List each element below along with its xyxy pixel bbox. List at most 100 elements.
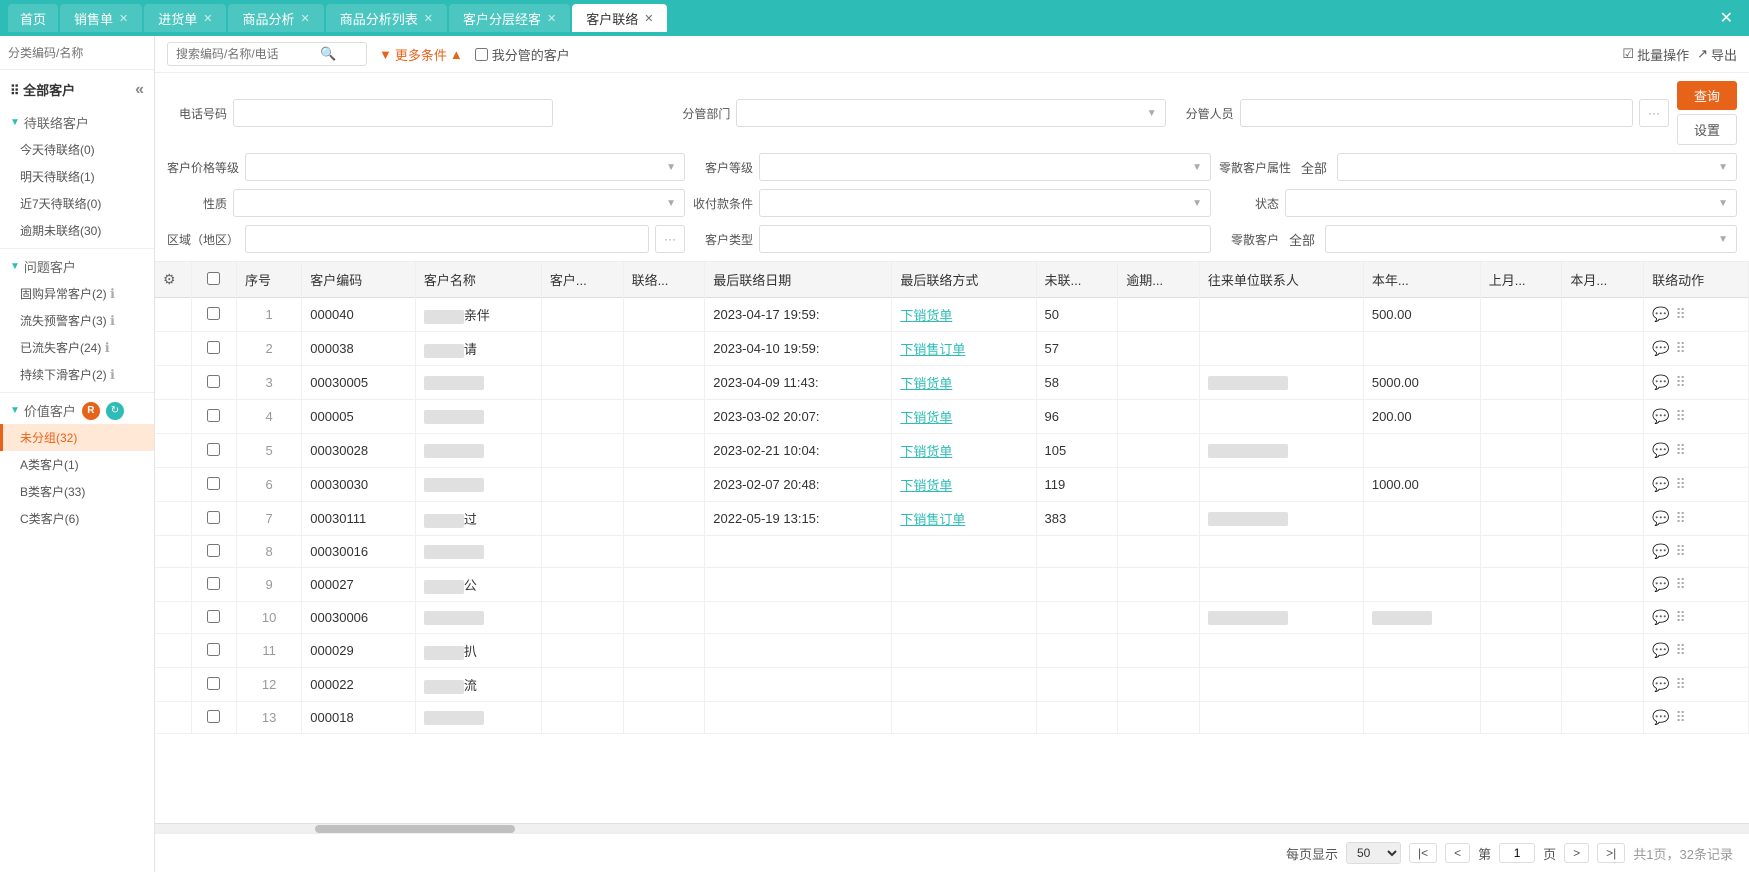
table-row[interactable]: 12000022 流💬⠿ <box>155 668 1749 702</box>
dept-input[interactable]: ▼ <box>736 99 1165 127</box>
grid-icon[interactable]: ⠿ <box>1676 510 1686 527</box>
row-checkbox[interactable] <box>207 409 220 422</box>
chat-icon[interactable]: 💬 <box>1652 340 1669 357</box>
sidebar-item-declining[interactable]: 持续下滑客户(2) ℹ <box>0 361 154 388</box>
page-input[interactable] <box>1499 843 1535 863</box>
select-all-checkbox[interactable] <box>207 272 220 285</box>
row-last-method[interactable] <box>892 536 1036 568</box>
chat-icon[interactable]: 💬 <box>1652 374 1669 391</box>
next-page-btn[interactable]: > <box>1564 843 1589 863</box>
collapse-icon[interactable]: « <box>135 81 144 99</box>
table-row[interactable]: 4000005 2023-03-02 20:07:下销货单96200.00💬⠿ <box>155 400 1749 434</box>
my-customers-check[interactable] <box>475 48 488 61</box>
sidebar-item-week-pending[interactable]: 近7天待联络(0) <box>0 190 154 217</box>
tab-customer-contact[interactable]: 客户联络 ✕ <box>572 4 667 32</box>
table-row[interactable]: 700030111 过2022-05-19 13:15:下销售订单383 💬⠿ <box>155 502 1749 536</box>
grid-icon[interactable]: ⠿ <box>1676 676 1686 693</box>
refresh-icon[interactable]: ↻ <box>106 402 124 420</box>
problem-group-header[interactable]: ▼ 问题客户 <box>0 253 154 280</box>
tab-product-analysis-close[interactable]: ✕ <box>301 12 310 25</box>
chat-icon[interactable]: 💬 <box>1652 609 1669 626</box>
table-row[interactable]: 2000038 请2023-04-10 19:59:下销售订单57💬⠿ <box>155 332 1749 366</box>
row-settings-icon[interactable] <box>155 602 191 634</box>
table-row[interactable]: 11000029 扒💬⠿ <box>155 634 1749 668</box>
page-size-select[interactable]: 50 20 100 <box>1346 842 1401 864</box>
chat-icon[interactable]: 💬 <box>1652 510 1669 527</box>
last-method-link[interactable]: 下销货单 <box>900 376 952 391</box>
row-settings-icon[interactable] <box>155 668 191 702</box>
chat-icon[interactable]: 💬 <box>1652 709 1669 726</box>
all-customers-header[interactable]: ⠿ 全部客户 « <box>0 74 154 105</box>
tab-home[interactable]: 首页 <box>8 4 58 32</box>
sidebar-item-today-pending[interactable]: 今天待联络(0) <box>0 136 154 163</box>
table-row[interactable]: 600030030 2023-02-07 20:48:下销货单1191000.0… <box>155 468 1749 502</box>
grid-icon[interactable]: ⠿ <box>1676 476 1686 493</box>
sidebar-item-abnormal[interactable]: 固购异常客户(2) ℹ <box>0 280 154 307</box>
row-settings-icon[interactable] <box>155 434 191 468</box>
row-settings-icon[interactable] <box>155 366 191 400</box>
row-settings-icon[interactable] <box>155 298 191 332</box>
filter-search-input[interactable] <box>176 47 316 61</box>
row-checkbox[interactable] <box>207 677 220 690</box>
chat-icon[interactable]: 💬 <box>1652 543 1669 560</box>
reset-button[interactable]: 设置 <box>1677 114 1737 145</box>
sidebar-item-tomorrow-pending[interactable]: 明天待联络(1) <box>0 163 154 190</box>
row-last-method[interactable] <box>892 568 1036 602</box>
grid-icon[interactable]: ⠿ <box>1676 709 1686 726</box>
retail-customer-input[interactable]: ▼ <box>1325 225 1737 253</box>
row-settings-icon[interactable] <box>155 468 191 502</box>
query-button[interactable]: 查询 <box>1677 81 1737 110</box>
batch-operation-btn[interactable]: ☑ 批量操作 <box>1622 45 1689 64</box>
window-close-button[interactable]: ✕ <box>1712 8 1741 28</box>
row-checkbox[interactable] <box>207 341 220 354</box>
person-dots-btn[interactable]: ··· <box>1639 99 1669 127</box>
customer-type-input[interactable] <box>759 225 1211 253</box>
grid-icon[interactable]: ⠿ <box>1676 576 1686 593</box>
row-last-method[interactable]: 下销货单 <box>892 298 1036 332</box>
payment-input[interactable]: ▼ <box>759 189 1211 217</box>
settings-th[interactable]: ⚙ <box>155 262 191 298</box>
row-checkbox[interactable] <box>207 643 220 656</box>
row-last-method[interactable]: 下销货单 <box>892 400 1036 434</box>
sidebar-search-input[interactable] <box>8 46 155 60</box>
checkbox-th[interactable] <box>191 262 237 298</box>
tab-product-analysis[interactable]: 商品分析 ✕ <box>228 4 323 32</box>
region-dots-btn[interactable]: ··· <box>655 225 685 253</box>
table-row[interactable]: 1000030006 💬⠿ <box>155 602 1749 634</box>
grid-icon[interactable]: ⠿ <box>1676 543 1686 560</box>
grid-icon[interactable]: ⠿ <box>1676 442 1686 459</box>
grid-icon[interactable]: ⠿ <box>1676 374 1686 391</box>
tab-product-list[interactable]: 商品分析列表 ✕ <box>326 4 447 32</box>
table-settings-icon[interactable]: ⚙ <box>163 271 176 287</box>
grid-icon[interactable]: ⠿ <box>1676 340 1686 357</box>
scrollbar-thumb[interactable] <box>315 825 515 833</box>
region-input[interactable] <box>245 225 649 253</box>
row-settings-icon[interactable] <box>155 568 191 602</box>
sidebar-item-class-c[interactable]: C类客户(6) <box>0 505 154 532</box>
chat-icon[interactable]: 💬 <box>1652 306 1669 323</box>
tab-product-list-close[interactable]: ✕ <box>424 12 433 25</box>
row-settings-icon[interactable] <box>155 400 191 434</box>
tab-sales[interactable]: 销售单 ✕ <box>60 4 142 32</box>
more-conditions-btn[interactable]: ▼ 更多条件 ▲ <box>379 45 463 64</box>
chat-icon[interactable]: 💬 <box>1652 442 1669 459</box>
sidebar-item-ungrouped[interactable]: 未分组(32) <box>0 424 154 451</box>
row-checkbox[interactable] <box>207 577 220 590</box>
table-row[interactable]: 1000040 亲伴2023-04-17 19:59:下销货单50500.00💬… <box>155 298 1749 332</box>
first-page-btn[interactable]: |< <box>1409 843 1437 863</box>
last-method-link[interactable]: 下销货单 <box>900 444 952 459</box>
row-settings-icon[interactable] <box>155 702 191 734</box>
row-last-method[interactable] <box>892 634 1036 668</box>
retail-attr-input[interactable]: ▼ <box>1337 153 1737 181</box>
row-checkbox[interactable] <box>207 375 220 388</box>
value-group-header[interactable]: ▼ 价值客户 R ↻ <box>0 397 154 424</box>
row-settings-icon[interactable] <box>155 634 191 668</box>
row-settings-icon[interactable] <box>155 502 191 536</box>
row-checkbox[interactable] <box>207 610 220 623</box>
chat-icon[interactable]: 💬 <box>1652 642 1669 659</box>
chat-icon[interactable]: 💬 <box>1652 408 1669 425</box>
person-input[interactable] <box>1240 99 1633 127</box>
row-last-method[interactable] <box>892 668 1036 702</box>
row-checkbox[interactable] <box>207 477 220 490</box>
grid-icon[interactable]: ⠿ <box>1676 306 1686 323</box>
